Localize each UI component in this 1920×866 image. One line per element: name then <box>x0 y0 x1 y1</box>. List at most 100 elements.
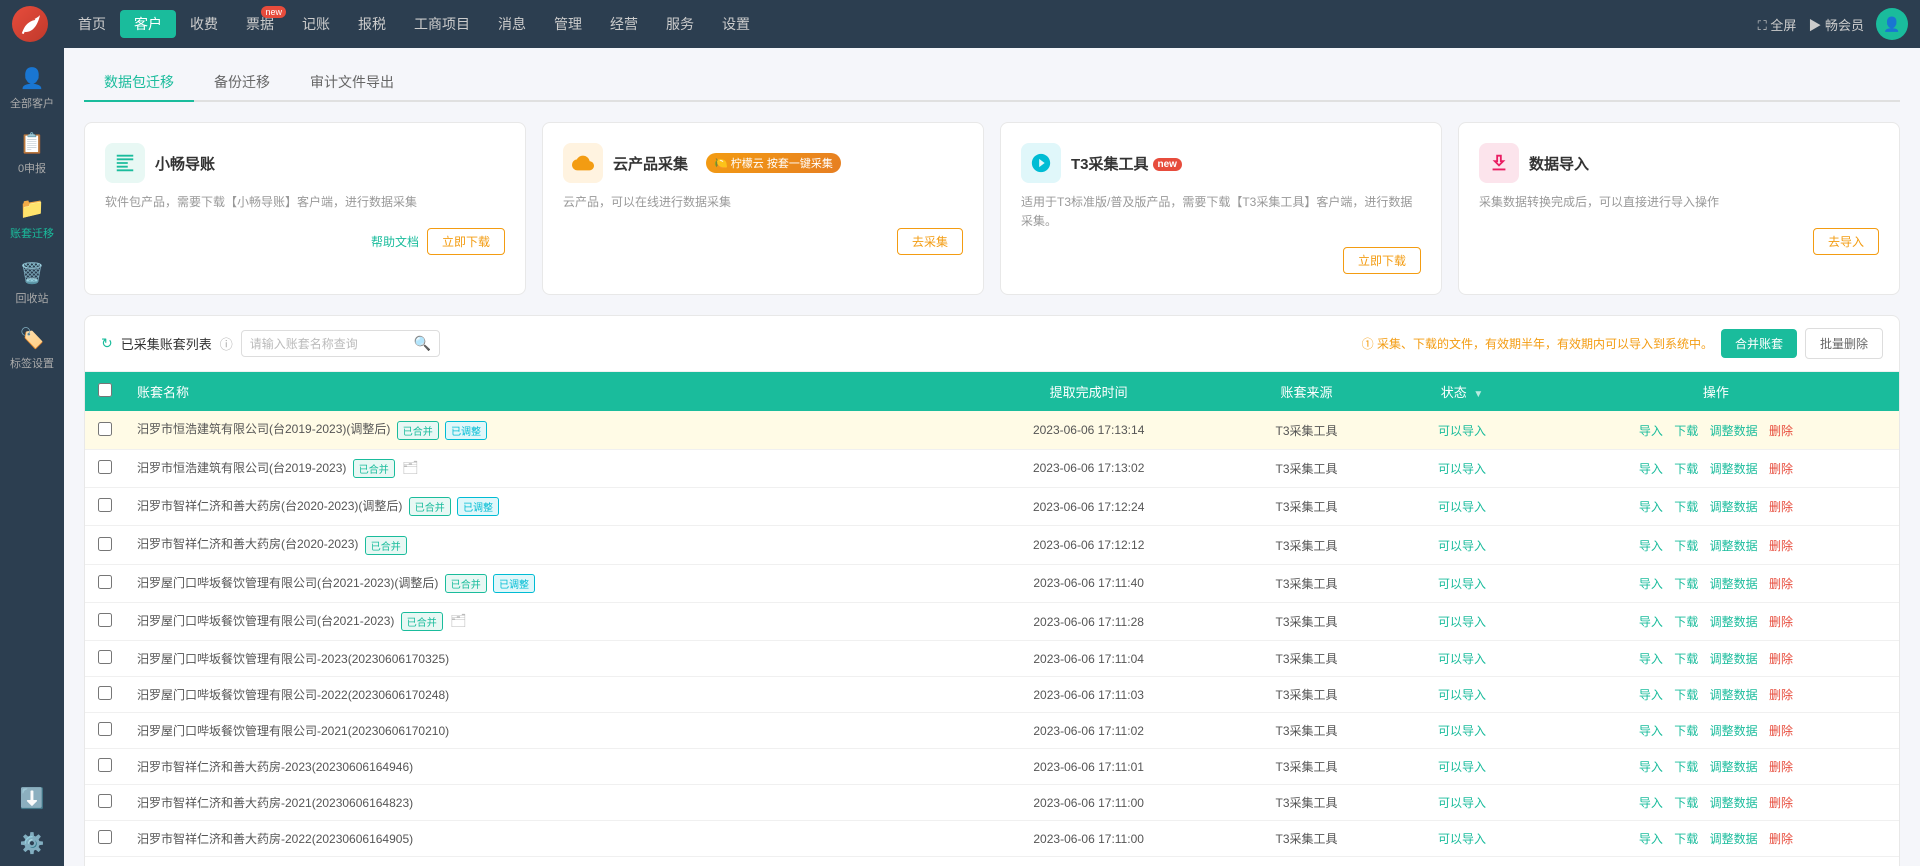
download-btn-10[interactable]: 下载 <box>1670 760 1702 774</box>
nav-client[interactable]: 客户 <box>120 10 176 38</box>
delete-btn-4[interactable]: 删除 <box>1765 539 1797 553</box>
xiaochang-download-btn[interactable]: 立即下载 <box>427 228 505 255</box>
download-btn-5[interactable]: 下载 <box>1670 577 1702 591</box>
delete-btn-9[interactable]: 删除 <box>1765 724 1797 738</box>
delete-btn-11[interactable]: 删除 <box>1765 796 1797 810</box>
nav-service[interactable]: 服务 <box>652 10 708 38</box>
folder-icon-6[interactable]: 🗂 <box>450 613 467 628</box>
row-check-12[interactable] <box>98 830 112 844</box>
adjust-btn-7[interactable]: 调整数据 <box>1706 652 1762 666</box>
adjust-btn-9[interactable]: 调整数据 <box>1706 724 1762 738</box>
adjust-btn-3[interactable]: 调整数据 <box>1706 500 1762 514</box>
nav-business[interactable]: 工商项目 <box>400 10 484 38</box>
download-btn-6[interactable]: 下载 <box>1670 615 1702 629</box>
download-btn-8[interactable]: 下载 <box>1670 688 1702 702</box>
delete-btn-8[interactable]: 删除 <box>1765 688 1797 702</box>
delete-btn-7[interactable]: 删除 <box>1765 652 1797 666</box>
download-btn-3[interactable]: 下载 <box>1670 500 1702 514</box>
member-btn[interactable]: ▶ 畅会员 <box>1808 15 1864 34</box>
download-btn-11[interactable]: 下载 <box>1670 796 1702 810</box>
nav-tax[interactable]: 报税 <box>344 10 400 38</box>
delete-btn-2[interactable]: 删除 <box>1765 462 1797 476</box>
delete-btn-5[interactable]: 删除 <box>1765 577 1797 591</box>
download-btn-12[interactable]: 下载 <box>1670 832 1702 846</box>
nav-manage[interactable]: 管理 <box>540 10 596 38</box>
fullscreen-btn[interactable]: ⛶ 全屏 <box>1758 15 1797 34</box>
row-check-2[interactable] <box>98 460 112 474</box>
adjust-btn-12[interactable]: 调整数据 <box>1706 832 1762 846</box>
row-check-1[interactable] <box>98 422 112 436</box>
row-check-9[interactable] <box>98 722 112 736</box>
row-check-5[interactable] <box>98 575 112 589</box>
import-btn-8[interactable]: 导入 <box>1635 688 1667 702</box>
delete-btn-6[interactable]: 删除 <box>1765 615 1797 629</box>
download-btn-7[interactable]: 下载 <box>1670 652 1702 666</box>
row-check-7[interactable] <box>98 650 112 664</box>
refresh-icon[interactable]: ↻ <box>101 335 113 352</box>
import-btn-10[interactable]: 导入 <box>1635 760 1667 774</box>
nav-home[interactable]: 首页 <box>64 10 120 38</box>
select-all-checkbox[interactable] <box>98 383 112 397</box>
row-check-8[interactable] <box>98 686 112 700</box>
sidebar-item-download[interactable]: ⬇️ <box>16 776 49 821</box>
import-btn-4[interactable]: 导入 <box>1635 539 1667 553</box>
sidebar-item-config[interactable]: ⚙️ <box>16 821 49 866</box>
adjust-btn-5[interactable]: 调整数据 <box>1706 577 1762 591</box>
row-check-4[interactable] <box>98 537 112 551</box>
adjust-btn-8[interactable]: 调整数据 <box>1706 688 1762 702</box>
import-btn-9[interactable]: 导入 <box>1635 724 1667 738</box>
import-btn-12[interactable]: 导入 <box>1635 832 1667 846</box>
xiaochang-help-link[interactable]: 帮助文档 <box>371 233 419 250</box>
adjust-btn-4[interactable]: 调整数据 <box>1706 539 1762 553</box>
delete-btn-12[interactable]: 删除 <box>1765 832 1797 846</box>
download-btn-2[interactable]: 下载 <box>1670 462 1702 476</box>
download-btn-1[interactable]: 下载 <box>1670 424 1702 438</box>
delete-btn-3[interactable]: 删除 <box>1765 500 1797 514</box>
delete-btn-10[interactable]: 删除 <box>1765 760 1797 774</box>
sidebar-item-account-migration[interactable]: 📁 账套迁移 <box>0 186 64 251</box>
folder-icon-2[interactable]: 🗂 <box>402 460 419 475</box>
header-status[interactable]: 状态 ▼ <box>1391 372 1533 411</box>
sidebar-item-tag-settings[interactable]: 🏷️ 标签设置 <box>0 316 64 381</box>
search-input[interactable] <box>250 337 410 351</box>
download-btn-4[interactable]: 下载 <box>1670 539 1702 553</box>
help-icon[interactable]: ⓘ <box>220 334 233 353</box>
nav-fee[interactable]: 收费 <box>176 10 232 38</box>
search-button[interactable]: 🔍 <box>414 335 431 352</box>
row-check-10[interactable] <box>98 758 112 772</box>
row-check-3[interactable] <box>98 498 112 512</box>
user-avatar[interactable]: 👤 <box>1876 8 1908 40</box>
adjust-btn-10[interactable]: 调整数据 <box>1706 760 1762 774</box>
import-btn-5[interactable]: 导入 <box>1635 577 1667 591</box>
adjust-btn-11[interactable]: 调整数据 <box>1706 796 1762 810</box>
sidebar-item-recycle[interactable]: 🗑️ 回收站 <box>0 251 64 316</box>
download-btn-9[interactable]: 下载 <box>1670 724 1702 738</box>
sidebar-item-all-clients[interactable]: 👤 全部客户 <box>0 56 64 121</box>
adjust-btn-2[interactable]: 调整数据 <box>1706 462 1762 476</box>
row-check-11[interactable] <box>98 794 112 808</box>
import-btn-6[interactable]: 导入 <box>1635 615 1667 629</box>
row-check-6[interactable] <box>98 613 112 627</box>
delete-btn-1[interactable]: 删除 <box>1765 424 1797 438</box>
import-btn-7[interactable]: 导入 <box>1635 652 1667 666</box>
batch-delete-btn[interactable]: 批量删除 <box>1805 328 1883 359</box>
tab-audit-export[interactable]: 审计文件导出 <box>290 64 414 102</box>
cloud-collect-btn[interactable]: 去采集 <box>897 228 963 255</box>
import-go-btn[interactable]: 去导入 <box>1813 228 1879 255</box>
merge-accounts-btn[interactable]: 合并账套 <box>1721 329 1797 358</box>
import-btn-2[interactable]: 导入 <box>1635 462 1667 476</box>
import-btn-3[interactable]: 导入 <box>1635 500 1667 514</box>
nav-message[interactable]: 消息 <box>484 10 540 38</box>
sidebar-item-zero-declaration[interactable]: 📋 0申报 <box>0 121 64 186</box>
import-btn-11[interactable]: 导入 <box>1635 796 1667 810</box>
tab-data-migration[interactable]: 数据包迁移 <box>84 64 194 102</box>
nav-settings[interactable]: 设置 <box>708 10 764 38</box>
tab-backup-migration[interactable]: 备份迁移 <box>194 64 290 102</box>
import-btn-1[interactable]: 导入 <box>1635 424 1667 438</box>
adjust-btn-6[interactable]: 调整数据 <box>1706 615 1762 629</box>
nav-bookkeeping[interactable]: 记账 <box>288 10 344 38</box>
t3-download-btn[interactable]: 立即下载 <box>1343 247 1421 274</box>
nav-invoice[interactable]: 票据new <box>232 10 288 38</box>
nav-operation[interactable]: 经营 <box>596 10 652 38</box>
adjust-btn-1[interactable]: 调整数据 <box>1706 424 1762 438</box>
